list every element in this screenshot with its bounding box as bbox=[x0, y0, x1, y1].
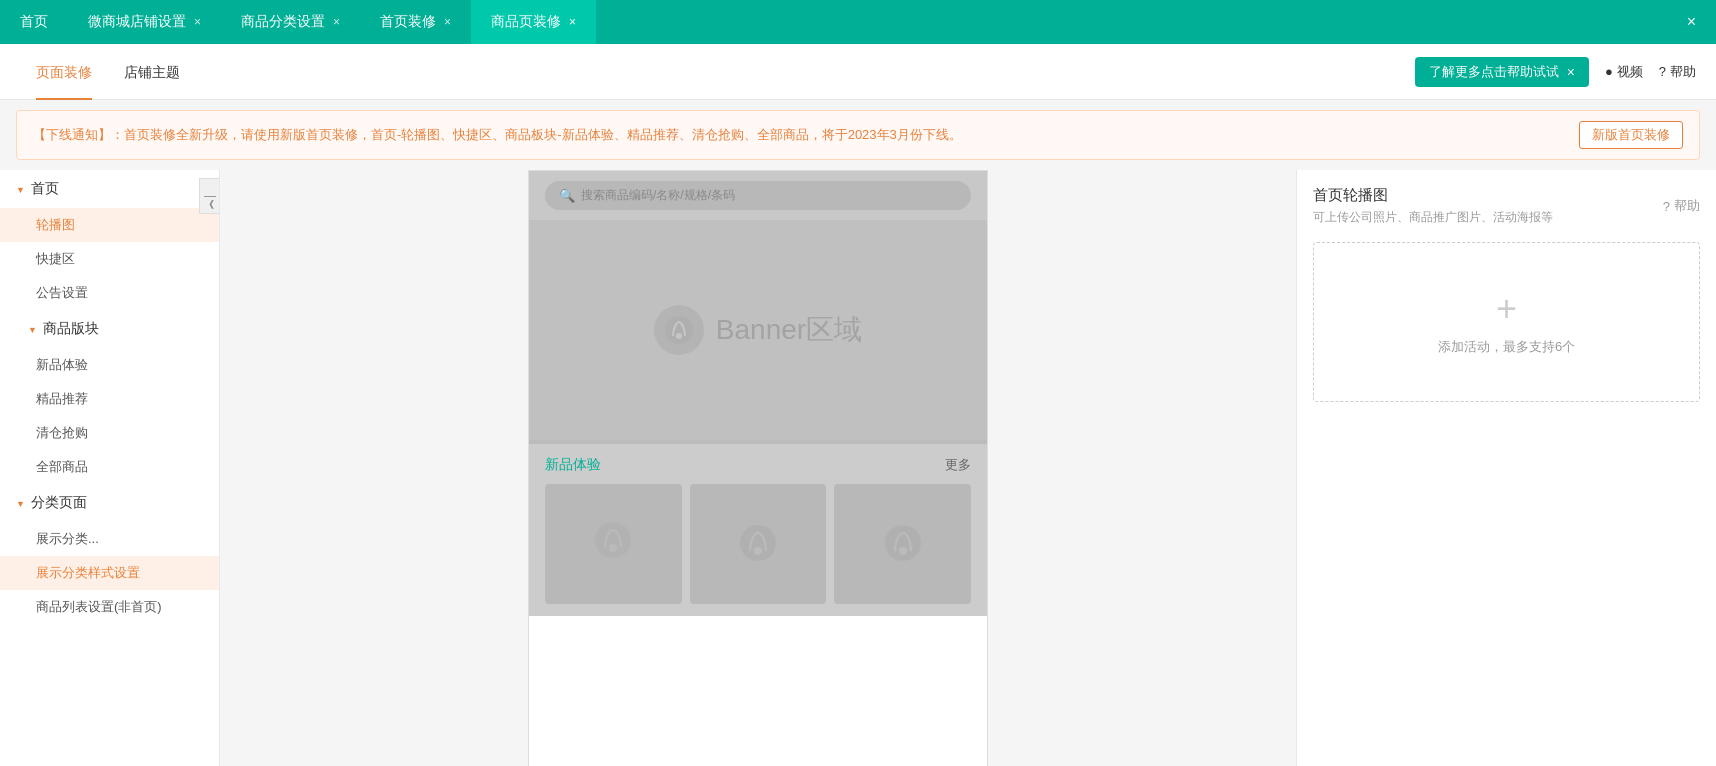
right-panel-title-group: 首页轮播图 可上传公司照片、商品推广图片、活动海报等 bbox=[1313, 186, 1553, 226]
banner-text: Banner区域 bbox=[716, 311, 862, 349]
search-placeholder: 搜索商品编码/名称/规格/条码 bbox=[581, 187, 735, 204]
right-panel: 首页轮播图 可上传公司照片、商品推广图片、活动海报等 ? 帮助 + 添加活动，最… bbox=[1296, 170, 1716, 766]
right-panel-header: 首页轮播图 可上传公司照片、商品推广图片、活动海报等 ? 帮助 bbox=[1313, 186, 1700, 226]
product-section-title: 新品体验 bbox=[545, 456, 601, 474]
add-banner-area[interactable]: + 添加活动，最多支持6个 bbox=[1313, 242, 1700, 402]
tab-product-decor-close[interactable]: × bbox=[569, 15, 576, 29]
new-version-button[interactable]: 新版首页装修 bbox=[1579, 121, 1683, 149]
tab-home[interactable]: 首页 bbox=[0, 0, 68, 44]
phone-search-input[interactable]: 🔍 搜索商品编码/名称/规格/条码 bbox=[545, 181, 971, 210]
product-grid bbox=[545, 484, 971, 604]
tab-store-theme[interactable]: 店铺主题 bbox=[108, 44, 196, 100]
sidebar-subgroup-product[interactable]: 商品版块 bbox=[0, 310, 219, 348]
preview-phone: 🔍 搜索商品编码/名称/规格/条码 Banner区域 bbox=[528, 170, 988, 766]
top-tabbar: 首页 微商城店铺设置 × 商品分类设置 × 首页装修 × 商品页装修 × × bbox=[0, 0, 1716, 44]
product-section-more: 更多 bbox=[945, 456, 971, 474]
banner-area[interactable]: Banner区域 bbox=[529, 220, 987, 440]
subgroup-product-arrow bbox=[28, 324, 37, 335]
sidebar-group-home[interactable]: 首页 bbox=[0, 170, 219, 208]
notice-text: 【下线通知】：首页装修全新升级，请使用新版首页装修，首页-轮播图、快捷区、商品板… bbox=[33, 126, 1563, 144]
right-panel-subtitle: 可上传公司照片、商品推广图片、活动海报等 bbox=[1313, 209, 1553, 226]
banner-logo-icon bbox=[654, 305, 704, 355]
sidebar-collapse-button[interactable] bbox=[199, 178, 219, 214]
collapse-icon bbox=[204, 196, 216, 197]
sidebar: 首页 轮播图 快捷区 公告设置 商品版块 新品体验 精品推荐 清仓抢购 全部商品 bbox=[0, 170, 220, 766]
tab-home-decor[interactable]: 首页装修 × bbox=[360, 0, 471, 44]
right-panel-title: 首页轮播图 bbox=[1313, 186, 1553, 205]
help-banner: 了解更多点击帮助试试 × bbox=[1415, 57, 1589, 87]
sidebar-item-category-style[interactable]: 展示分类样式设置 bbox=[0, 556, 219, 590]
right-panel-help-link[interactable]: ? 帮助 bbox=[1663, 197, 1700, 215]
sidebar-item-shortcut[interactable]: 快捷区 bbox=[0, 242, 219, 276]
sidebar-item-featured[interactable]: 精品推荐 bbox=[0, 382, 219, 416]
product-icon-3 bbox=[883, 523, 923, 566]
add-banner-text: 添加活动，最多支持6个 bbox=[1438, 338, 1575, 356]
group-category-arrow bbox=[16, 498, 25, 509]
product-item-3 bbox=[834, 484, 971, 604]
sidebar-item-product-list[interactable]: 商品列表设置(非首页) bbox=[0, 590, 219, 624]
tab-category-settings-close[interactable]: × bbox=[333, 15, 340, 29]
banner-logo: Banner区域 bbox=[654, 305, 862, 355]
video-icon: ● bbox=[1605, 64, 1613, 79]
tab-home-decor-close[interactable]: × bbox=[444, 15, 451, 29]
header-right-tools: ● 视频 ? 帮助 bbox=[1605, 63, 1696, 81]
product-item-2 bbox=[690, 484, 827, 604]
phone-search-bar: 🔍 搜索商品编码/名称/规格/条码 bbox=[529, 171, 987, 220]
product-icon-1 bbox=[593, 520, 633, 569]
notice-bar: 【下线通知】：首页装修全新升级，请使用新版首页装修，首页-轮播图、快捷区、商品板… bbox=[16, 110, 1700, 160]
search-icon: 🔍 bbox=[559, 188, 575, 203]
tab-store-settings-close[interactable]: × bbox=[194, 15, 201, 29]
svg-point-1 bbox=[676, 333, 682, 339]
svg-point-6 bbox=[885, 525, 921, 561]
svg-point-4 bbox=[740, 525, 776, 561]
help-banner-text: 了解更多点击帮助试试 bbox=[1429, 63, 1559, 81]
sidebar-item-clearance[interactable]: 清仓抢购 bbox=[0, 416, 219, 450]
product-item-1 bbox=[545, 484, 682, 604]
product-icon-2 bbox=[738, 523, 778, 566]
product-section-header: 新品体验 更多 bbox=[545, 456, 971, 474]
tab-product-decor[interactable]: 商品页装修 × bbox=[471, 0, 596, 44]
product-section: 新品体验 更多 bbox=[529, 440, 987, 616]
group-home-arrow bbox=[16, 184, 25, 195]
right-panel-help-icon: ? bbox=[1663, 199, 1670, 214]
tab-page-decor[interactable]: 页面装修 bbox=[20, 44, 108, 100]
help-banner-close[interactable]: × bbox=[1567, 64, 1575, 80]
svg-point-3 bbox=[609, 544, 617, 552]
svg-point-7 bbox=[899, 547, 907, 555]
add-banner-plus-icon: + bbox=[1496, 288, 1517, 330]
sidebar-group-category[interactable]: 分类页面 bbox=[0, 484, 219, 522]
global-close-button[interactable]: × bbox=[1667, 13, 1716, 31]
sidebar-item-notice[interactable]: 公告设置 bbox=[0, 276, 219, 310]
sidebar-item-new-experience[interactable]: 新品体验 bbox=[0, 348, 219, 382]
sub-header: 页面装修 店铺主题 了解更多点击帮助试试 × ● 视频 ? 帮助 bbox=[0, 44, 1716, 100]
tab-store-settings[interactable]: 微商城店铺设置 × bbox=[68, 0, 221, 44]
sidebar-item-all-products[interactable]: 全部商品 bbox=[0, 450, 219, 484]
center-preview: 🔍 搜索商品编码/名称/规格/条码 Banner区域 bbox=[220, 170, 1296, 766]
help-icon: ? bbox=[1659, 64, 1666, 79]
svg-point-0 bbox=[665, 316, 693, 344]
sidebar-item-carousel[interactable]: 轮播图 bbox=[0, 208, 219, 242]
svg-point-2 bbox=[595, 522, 631, 558]
video-link[interactable]: ● 视频 bbox=[1605, 63, 1643, 81]
help-link[interactable]: ? 帮助 bbox=[1659, 63, 1696, 81]
main-layout: 首页 轮播图 快捷区 公告设置 商品版块 新品体验 精品推荐 清仓抢购 全部商品 bbox=[0, 170, 1716, 766]
sidebar-item-show-category[interactable]: 展示分类... bbox=[0, 522, 219, 556]
svg-point-5 bbox=[754, 547, 762, 555]
tab-category-settings[interactable]: 商品分类设置 × bbox=[221, 0, 360, 44]
